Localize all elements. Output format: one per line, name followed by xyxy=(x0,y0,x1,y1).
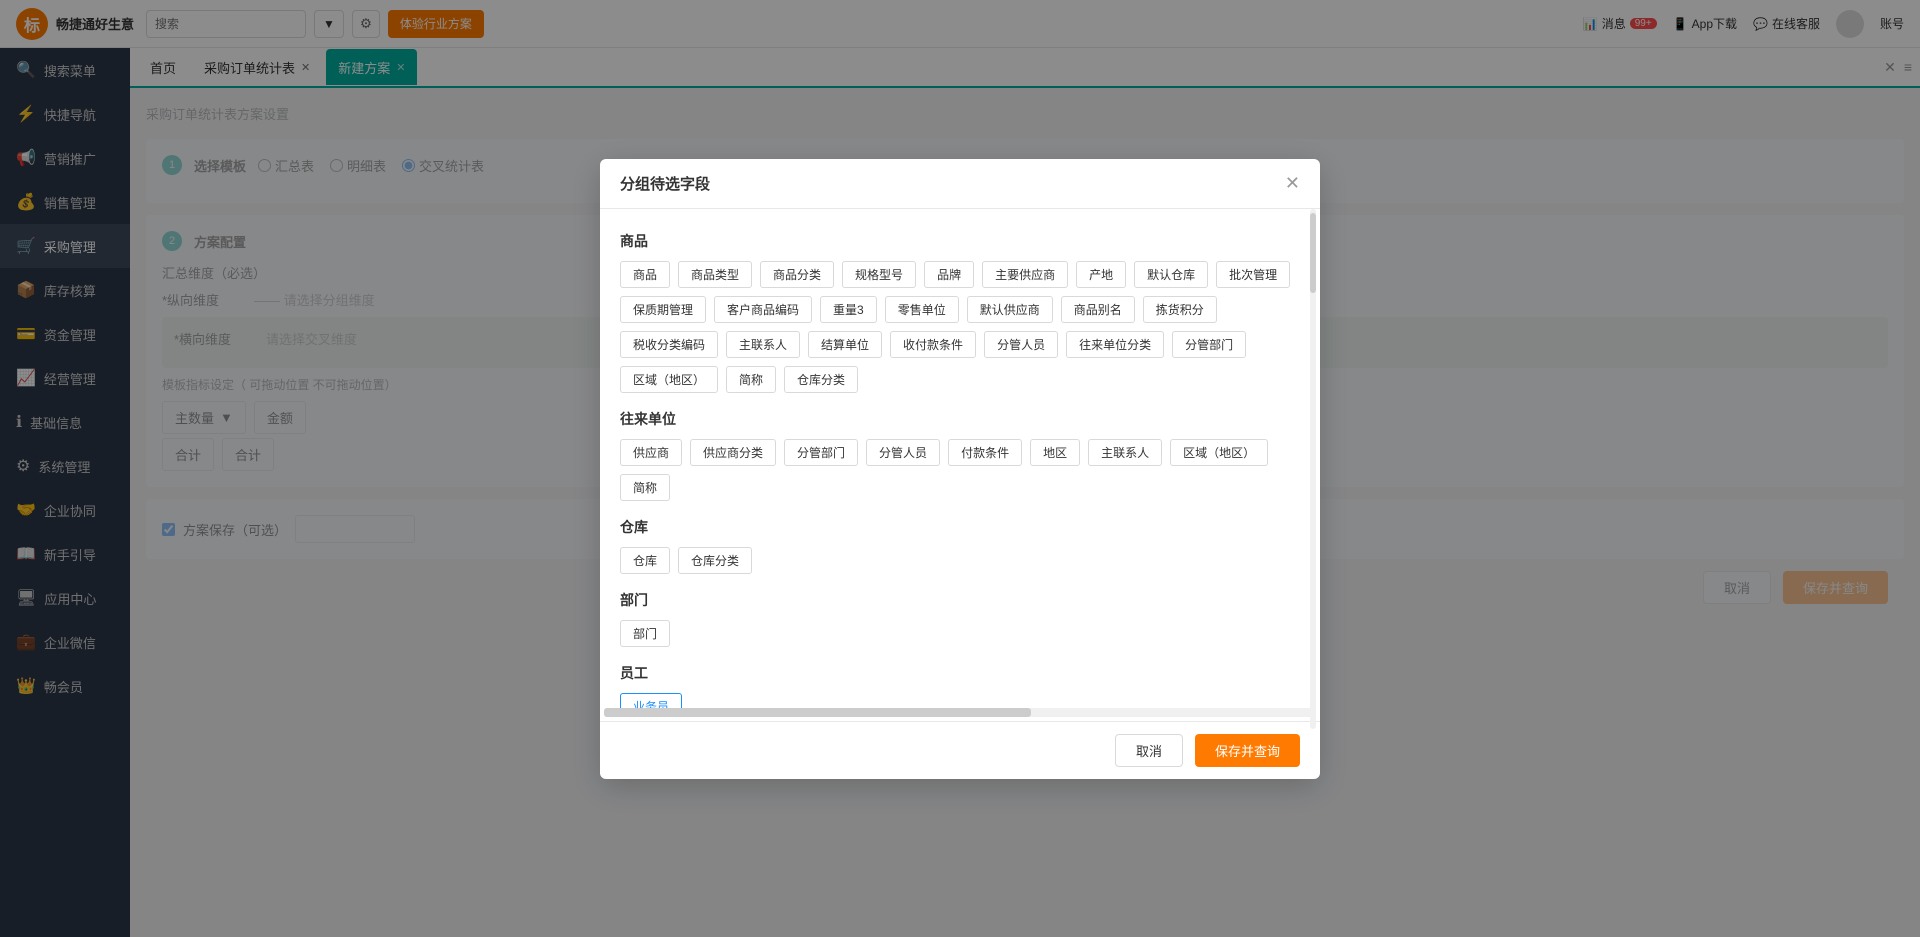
modal-confirm-button[interactable]: 保存并查询 xyxy=(1195,734,1300,767)
tag-goods-4[interactable]: 品牌 xyxy=(924,261,974,288)
tag-goods-13[interactable]: 默认供应商 xyxy=(967,296,1053,323)
tag-goods-24[interactable]: 简称 xyxy=(726,366,776,393)
tag-goods-5[interactable]: 主要供应商 xyxy=(982,261,1068,288)
tag-warehouse-0[interactable]: 仓库 xyxy=(620,547,670,574)
modal-hscrollbar-thumb[interactable] xyxy=(604,708,1031,717)
tag-warehouse-1[interactable]: 仓库分类 xyxy=(678,547,752,574)
tag-goods-3[interactable]: 规格型号 xyxy=(842,261,916,288)
section-title-warehouse: 仓库 xyxy=(620,517,1300,537)
tag-department-0[interactable]: 部门 xyxy=(620,620,670,647)
section-title-partner: 往来单位 xyxy=(620,409,1300,429)
tag-goods-23[interactable]: 区域（地区） xyxy=(620,366,718,393)
tag-group-employee: 业务员 xyxy=(620,693,1300,708)
tag-partner-2[interactable]: 分管部门 xyxy=(784,439,858,466)
tag-group-warehouse: 仓库 仓库分类 xyxy=(620,547,1300,574)
tag-group-goods: 商品 商品类型 商品分类 规格型号 品牌 主要供应商 产地 默认仓库 批次管理 … xyxy=(620,261,1300,393)
tag-goods-14[interactable]: 商品别名 xyxy=(1061,296,1135,323)
modal-header: 分组待选字段 ✕ xyxy=(600,159,1320,209)
modal-close-button[interactable]: ✕ xyxy=(1285,174,1300,192)
modal-scrollbar-track xyxy=(1310,209,1316,729)
tag-goods-7[interactable]: 默认仓库 xyxy=(1134,261,1208,288)
section-title-department: 部门 xyxy=(620,590,1300,610)
tag-goods-19[interactable]: 收付款条件 xyxy=(890,331,976,358)
tag-goods-0[interactable]: 商品 xyxy=(620,261,670,288)
tag-goods-22[interactable]: 分管部门 xyxy=(1172,331,1246,358)
tag-goods-18[interactable]: 结算单位 xyxy=(808,331,882,358)
section-title-employee: 员工 xyxy=(620,663,1300,683)
tag-goods-16[interactable]: 税收分类编码 xyxy=(620,331,718,358)
tag-partner-0[interactable]: 供应商 xyxy=(620,439,682,466)
tag-goods-1[interactable]: 商品类型 xyxy=(678,261,752,288)
tag-goods-10[interactable]: 客户商品编码 xyxy=(714,296,812,323)
tag-partner-7[interactable]: 区域（地区） xyxy=(1170,439,1268,466)
modal-footer: 取消 保存并查询 xyxy=(600,721,1320,779)
tag-partner-6[interactable]: 主联系人 xyxy=(1088,439,1162,466)
tag-goods-11[interactable]: 重量3 xyxy=(820,296,877,323)
modal-scrollbar-thumb[interactable] xyxy=(1310,213,1316,293)
tag-goods-2[interactable]: 商品分类 xyxy=(760,261,834,288)
tag-goods-8[interactable]: 批次管理 xyxy=(1216,261,1290,288)
tag-goods-25[interactable]: 仓库分类 xyxy=(784,366,858,393)
tag-goods-21[interactable]: 往来单位分类 xyxy=(1066,331,1164,358)
modal-overlay: 分组待选字段 ✕ 商品 商品 商品类型 商品分类 规格型号 品牌 主要供应商 产… xyxy=(0,0,1920,937)
tag-employee-0[interactable]: 业务员 xyxy=(620,693,682,708)
tag-partner-3[interactable]: 分管人员 xyxy=(866,439,940,466)
tag-goods-12[interactable]: 零售单位 xyxy=(885,296,959,323)
tag-partner-8[interactable]: 简称 xyxy=(620,474,670,501)
tag-partner-1[interactable]: 供应商分类 xyxy=(690,439,776,466)
tag-group-department: 部门 xyxy=(620,620,1300,647)
tag-partner-5[interactable]: 地区 xyxy=(1030,439,1080,466)
tag-goods-9[interactable]: 保质期管理 xyxy=(620,296,706,323)
tag-group-partner: 供应商 供应商分类 分管部门 分管人员 付款条件 地区 主联系人 区域（地区） … xyxy=(620,439,1300,501)
tag-goods-17[interactable]: 主联系人 xyxy=(726,331,800,358)
modal: 分组待选字段 ✕ 商品 商品 商品类型 商品分类 规格型号 品牌 主要供应商 产… xyxy=(600,159,1320,779)
modal-cancel-button[interactable]: 取消 xyxy=(1115,734,1183,767)
tag-goods-6[interactable]: 产地 xyxy=(1076,261,1126,288)
modal-hscrollbar-track xyxy=(604,708,1316,717)
modal-body: 商品 商品 商品类型 商品分类 规格型号 品牌 主要供应商 产地 默认仓库 批次… xyxy=(600,209,1320,708)
section-title-goods: 商品 xyxy=(620,231,1300,251)
tag-goods-15[interactable]: 拣货积分 xyxy=(1143,296,1217,323)
modal-title: 分组待选字段 xyxy=(620,173,710,194)
tag-goods-20[interactable]: 分管人员 xyxy=(984,331,1058,358)
tag-partner-4[interactable]: 付款条件 xyxy=(948,439,1022,466)
